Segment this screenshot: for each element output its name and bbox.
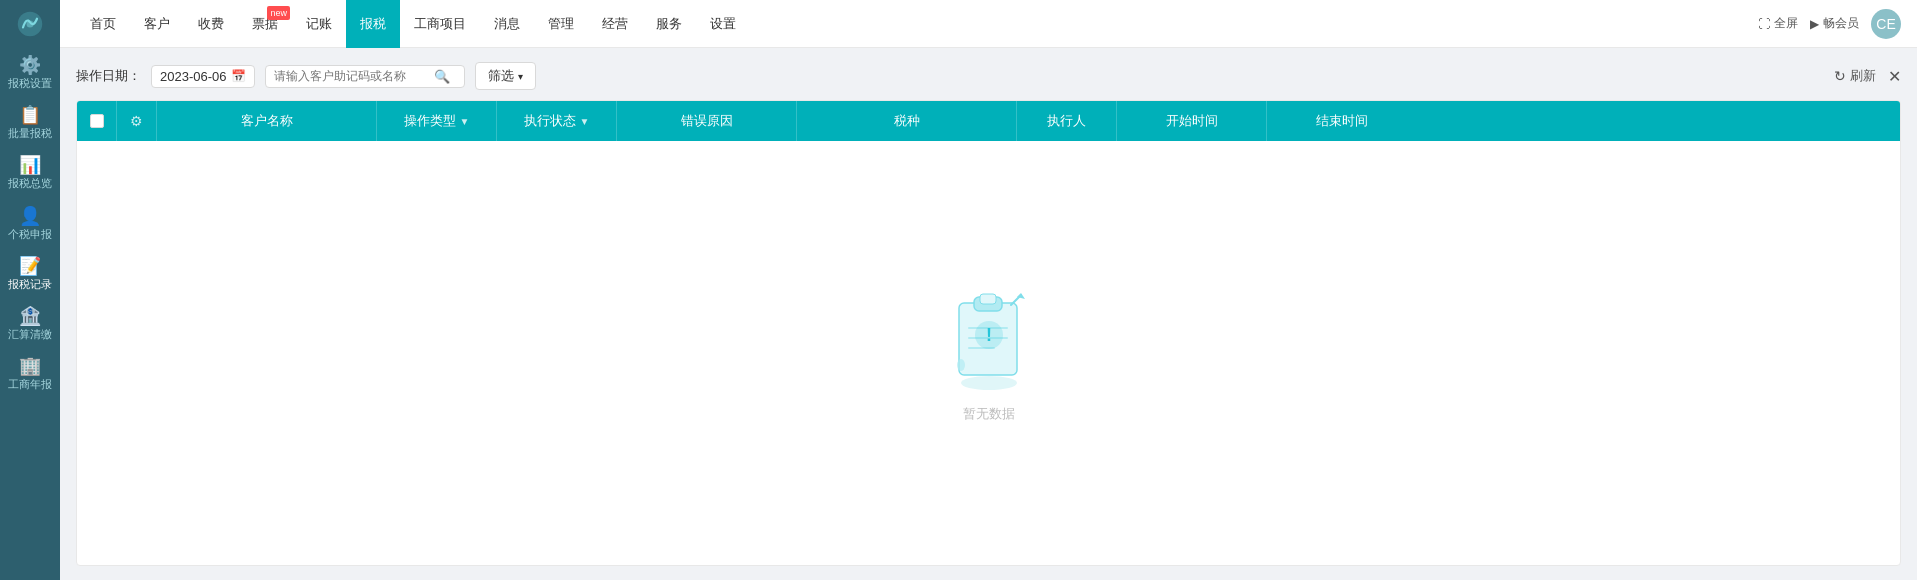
th-op-type[interactable]: 操作类型 ▼ xyxy=(377,101,497,141)
nav-baoshui[interactable]: 报税 xyxy=(346,0,400,48)
nav-shoufei[interactable]: 收费 xyxy=(184,0,238,48)
table-container: ⚙ 客户名称 操作类型 ▼ 执行状态 ▼ 错误原因 税种 xyxy=(76,100,1901,566)
sidebar-item-label: 报税总览 xyxy=(8,177,52,190)
personal-tax-icon: 👤 xyxy=(19,207,41,225)
sidebar-item-geshui-shenbao[interactable]: 👤 个税申报 xyxy=(0,199,60,249)
svg-rect-5 xyxy=(980,294,996,304)
new-badge: new xyxy=(267,6,290,20)
topnav-right: ⛶ 全屏 ▶ 畅会员 CE xyxy=(1758,9,1901,39)
batch-tax-icon: 📋 xyxy=(19,106,41,124)
fullscreen-icon: ⛶ xyxy=(1758,17,1770,31)
record-icon: 📝 xyxy=(19,257,41,275)
sidebar-item-baoshui-jilu[interactable]: 📝 报税记录 xyxy=(0,249,60,299)
main-area: 首页 客户 收费 票据 new 记账 报税 工商项目 消息 管理 经营 xyxy=(60,0,1917,580)
sidebar-item-label: 批量报税 xyxy=(8,127,52,140)
sidebar-item-gongshang-nianbao[interactable]: 🏢 工商年报 xyxy=(0,349,60,399)
filter-label: 筛选 xyxy=(488,67,514,85)
fullscreen-button[interactable]: ⛶ 全屏 xyxy=(1758,15,1798,32)
sidebar-item-baoshui-zonlan[interactable]: 📊 报税总览 xyxy=(0,148,60,198)
nav-shezhi[interactable]: 设置 xyxy=(696,0,750,48)
nav-xiaoxi[interactable]: 消息 xyxy=(480,0,534,48)
overview-icon: 📊 xyxy=(19,156,41,174)
nav-home[interactable]: 首页 xyxy=(76,0,130,48)
nav-piao[interactable]: 票据 new xyxy=(238,0,292,48)
empty-illustration: ! xyxy=(939,283,1039,393)
svg-text:!: ! xyxy=(986,325,992,345)
empty-text: 暂无数据 xyxy=(963,405,1015,423)
nav-jizhang[interactable]: 记账 xyxy=(292,0,346,48)
nav-guanli[interactable]: 管理 xyxy=(534,0,588,48)
nav-customer[interactable]: 客户 xyxy=(130,0,184,48)
th-exec-status[interactable]: 执行状态 ▼ xyxy=(497,101,617,141)
th-start-time: 开始时间 xyxy=(1117,101,1267,141)
refresh-button[interactable]: ↻ 刷新 xyxy=(1834,67,1876,85)
content-area: 操作日期： 2023-06-06 📅 🔍 筛选 ▾ ↻ 刷新 ✕ xyxy=(60,48,1917,580)
settings-icon: ⚙️ xyxy=(19,56,41,74)
th-settings: ⚙ xyxy=(117,101,157,141)
member-button[interactable]: ▶ 畅会员 xyxy=(1810,15,1859,32)
select-all-checkbox[interactable] xyxy=(90,114,104,128)
sidebar-item-piliang-baoshui[interactable]: 📋 批量报税 xyxy=(0,98,60,148)
svg-point-2 xyxy=(961,376,1017,390)
sidebar-item-label: 报税设置 xyxy=(8,77,52,90)
sidebar-item-huisuan-jiaona[interactable]: 🏦 汇算清缴 xyxy=(0,299,60,349)
svg-point-13 xyxy=(957,359,965,371)
filter-button[interactable]: 筛选 ▾ xyxy=(475,62,536,90)
avatar[interactable]: CE xyxy=(1871,9,1901,39)
table-header: ⚙ 客户名称 操作类型 ▼ 执行状态 ▼ 错误原因 税种 xyxy=(77,101,1900,141)
column-settings-icon[interactable]: ⚙ xyxy=(130,113,143,129)
app-logo xyxy=(0,0,60,48)
svg-point-1 xyxy=(27,21,34,28)
sidebar-item-label: 工商年报 xyxy=(8,378,52,391)
nav-gongshang[interactable]: 工商项目 xyxy=(400,0,480,48)
th-client-name: 客户名称 xyxy=(157,101,377,141)
search-icon: 🔍 xyxy=(434,69,450,84)
sidebar-item-baoshui-shezhi[interactable]: ⚙️ 报税设置 xyxy=(0,48,60,98)
calendar-icon: 📅 xyxy=(231,69,246,83)
table-body: ! 暂无数据 xyxy=(77,141,1900,565)
chevron-down-icon: ▾ xyxy=(518,71,523,82)
top-navigation: 首页 客户 收费 票据 new 记账 报税 工商项目 消息 管理 经营 xyxy=(60,0,1917,48)
sidebar: ⚙️ 报税设置 📋 批量报税 📊 报税总览 👤 个税申报 📝 报税记录 🏦 汇算… xyxy=(0,0,60,580)
settlement-icon: 🏦 xyxy=(19,307,41,325)
annual-report-icon: 🏢 xyxy=(19,357,41,375)
sidebar-item-label: 个税申报 xyxy=(8,228,52,241)
th-tax-type: 税种 xyxy=(797,101,1017,141)
toolbar-right: ↻ 刷新 ✕ xyxy=(1834,67,1901,86)
nav-jingying[interactable]: 经营 xyxy=(588,0,642,48)
nav-fuwu[interactable]: 服务 xyxy=(642,0,696,48)
date-label: 操作日期： xyxy=(76,67,141,85)
th-checkbox xyxy=(77,101,117,141)
search-wrap: 🔍 xyxy=(265,65,465,88)
sidebar-item-label: 汇算清缴 xyxy=(8,328,52,341)
refresh-icon: ↻ xyxy=(1834,68,1846,84)
sort-icon: ▼ xyxy=(580,116,590,127)
empty-state: ! 暂无数据 xyxy=(939,243,1039,463)
search-input[interactable] xyxy=(274,69,434,83)
sidebar-item-label: 报税记录 xyxy=(8,278,52,291)
toolbar: 操作日期： 2023-06-06 📅 🔍 筛选 ▾ ↻ 刷新 ✕ xyxy=(76,62,1901,90)
sort-icon: ▼ xyxy=(460,116,470,127)
close-button[interactable]: ✕ xyxy=(1888,67,1901,86)
date-input[interactable]: 2023-06-06 📅 xyxy=(151,65,255,88)
th-error-reason: 错误原因 xyxy=(617,101,797,141)
th-end-time: 结束时间 xyxy=(1267,101,1417,141)
member-icon: ▶ xyxy=(1810,17,1819,31)
th-executor: 执行人 xyxy=(1017,101,1117,141)
